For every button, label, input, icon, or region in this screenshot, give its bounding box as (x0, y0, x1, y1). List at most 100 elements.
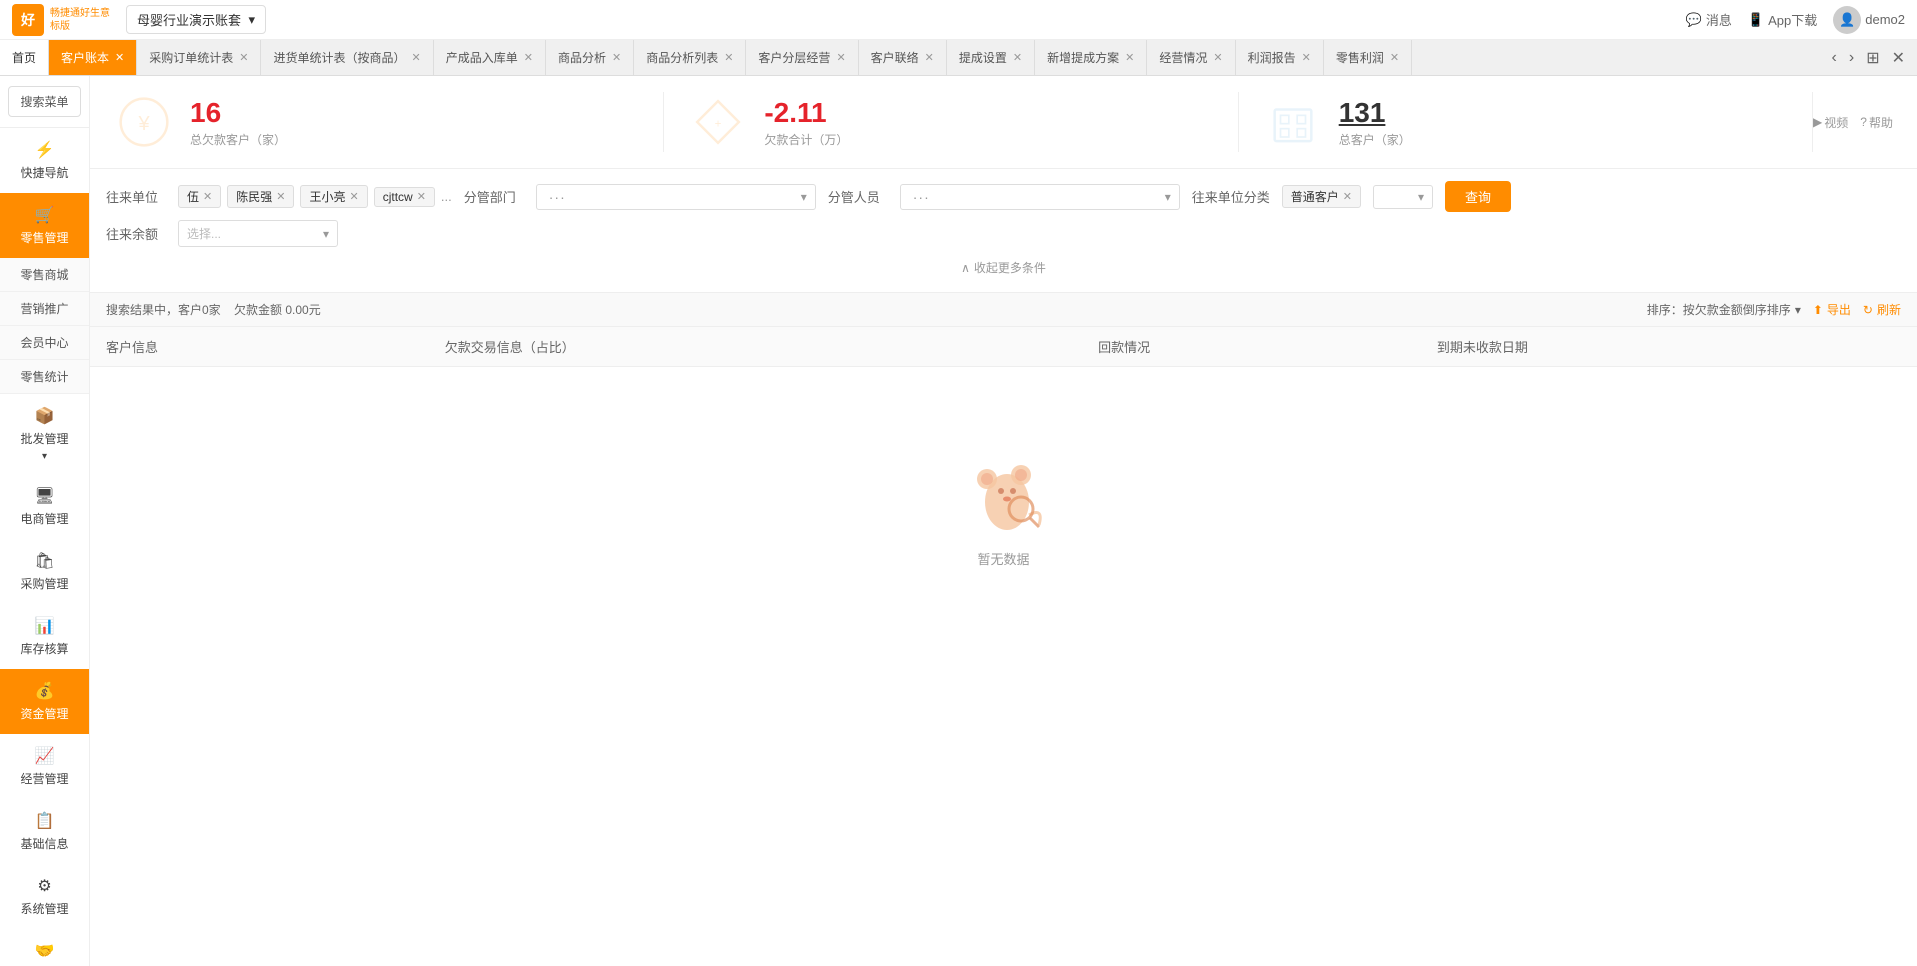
sidebar-item-inventory[interactable]: 📊 库存核算 (0, 604, 89, 669)
tab-product-analysis-list[interactable]: 商品分析列表 ✕ (634, 40, 746, 75)
tab-commission-settings[interactable]: 提成设置 ✕ (947, 40, 1035, 75)
tab-label: 客户联络 (871, 49, 919, 66)
retail-icon: 🛒 (35, 205, 55, 225)
tab-label: 经营情况 (1159, 49, 1207, 66)
tag-close-category[interactable]: ✕ (1343, 190, 1352, 203)
person-select[interactable]: ··· ▾ (900, 184, 1180, 210)
sidebar-item-quick-nav[interactable]: ⚡ 快捷导航 (0, 128, 89, 193)
sidebar-item-purchase[interactable]: 🛍 采购管理 (0, 539, 89, 604)
sort-label: 排序：按欠款金额倒序排序 (1647, 301, 1791, 318)
tab-customer-tier[interactable]: 客户分层经营 ✕ (746, 40, 858, 75)
main-layout: 搜索菜单 ⚡ 快捷导航 🛒 零售管理 零售商城 营销推广 会员中心 零售统计 📦… (0, 76, 1917, 966)
export-button[interactable]: ⬆ 导出 (1813, 301, 1851, 318)
refresh-button[interactable]: ↻ 刷新 (1863, 301, 1901, 318)
tab-home[interactable]: 首页 (0, 40, 49, 75)
tab-label: 商品分析列表 (646, 49, 718, 66)
tab-operations[interactable]: 经营情况 ✕ (1147, 40, 1235, 75)
filter-row-unit: 往来单位 伍 ✕ 陈民强 ✕ 王小亮 ✕ cjttcw (106, 181, 1901, 212)
person-arrow-icon: ▾ (1165, 190, 1171, 204)
tab-close-icon[interactable]: ✕ (412, 51, 421, 64)
tab-label: 产成品入库单 (446, 49, 518, 66)
tab-close-icon[interactable]: ✕ (836, 51, 845, 64)
empty-illustration (959, 447, 1049, 537)
sidebar-item-retail-management[interactable]: 🛒 零售管理 (0, 193, 89, 258)
tag-close-wang[interactable]: ✕ (349, 190, 358, 203)
sidebar-item-operations-mgmt[interactable]: 📈 经营管理 (0, 734, 89, 799)
sidebar-label: 批发管理 (20, 430, 68, 447)
sort-select[interactable]: 排序：按欠款金额倒序排序 ▾ (1647, 301, 1801, 318)
tab-close-all-button[interactable]: ✕ (1888, 46, 1909, 70)
tab-purchase-order[interactable]: 采购订单统计表 ✕ (137, 40, 261, 75)
tab-profit-report[interactable]: 利润报告 ✕ (1236, 40, 1324, 75)
tab-close-icon[interactable]: ✕ (1013, 51, 1022, 64)
table-area: 客户信息 欠款交易信息（占比） 回款情况 到期未收款日期 (90, 327, 1917, 966)
tab-product-analysis[interactable]: 商品分析 ✕ (546, 40, 634, 75)
stat-amount-info: -2.11 欠款合计（万） (764, 97, 848, 148)
tag-close-chen[interactable]: ✕ (276, 190, 285, 203)
sidebar-item-system[interactable]: ⚙ 系统管理 (0, 864, 89, 929)
sidebar-item-ecommerce[interactable]: 🖥 电商管理 (0, 474, 89, 539)
tab-prev-button[interactable]: ‹ (1828, 47, 1841, 69)
filter-more-tags[interactable]: ... (441, 189, 452, 204)
yuan-icon: ¥ (114, 92, 174, 152)
tab-expand-button[interactable]: ⊞ (1862, 46, 1883, 70)
tab-close-icon[interactable]: ✕ (1125, 51, 1134, 64)
tag-close-wu[interactable]: ✕ (203, 190, 212, 203)
result-text: 搜索结果中，客户0家 欠款金额 0.00元 (106, 301, 321, 318)
stat-overdue-amount: + -2.11 欠款合计（万） (664, 92, 1238, 152)
tab-close-icon[interactable]: ✕ (925, 51, 934, 64)
stat-amount-value: -2.11 (764, 97, 848, 129)
dept-dots[interactable]: ··· (549, 189, 566, 205)
video-help-button[interactable]: ▶ 视频 (1813, 114, 1848, 131)
dept-select[interactable]: ··· ▾ (536, 184, 816, 210)
refresh-icon: ↻ (1863, 303, 1873, 317)
sidebar-item-member-center[interactable]: 会员中心 (0, 326, 89, 360)
tag-close-cjttcw[interactable]: ✕ (417, 190, 426, 203)
sidebar-label: 电商管理 (20, 510, 68, 527)
tab-retail-profit[interactable]: 零售利润 ✕ (1324, 40, 1412, 75)
tab-next-button[interactable]: › (1845, 47, 1858, 69)
stat-total-label: 总客户（家） (1339, 131, 1411, 148)
store-selector[interactable]: 母婴行业演示账套 ▾ (126, 5, 266, 34)
sidebar-item-wholesale[interactable]: 📦 批发管理 ▾ (0, 394, 89, 474)
svg-text:¥: ¥ (137, 113, 150, 135)
tab-customer-contact[interactable]: 客户联络 ✕ (859, 40, 947, 75)
user-menu[interactable]: 👤 demo2 (1833, 6, 1905, 34)
category-select[interactable]: ▾ (1373, 185, 1433, 209)
arrow-icon: ▾ (42, 451, 47, 462)
category-filter-label: 往来单位分类 (1192, 187, 1270, 206)
filter-tag-wu: 伍 ✕ (178, 185, 221, 208)
sidebar-item-retail-mall[interactable]: 零售商城 (0, 258, 89, 292)
tab-customer-ledger[interactable]: 客户账本 ✕ (49, 40, 137, 75)
query-button[interactable]: 查询 (1445, 181, 1511, 212)
system-icon: ⚙ (37, 876, 51, 896)
person-dots[interactable]: ··· (913, 189, 930, 205)
app-download-button[interactable]: 📱 App下载 (1748, 10, 1817, 29)
message-button[interactable]: 💬 消息 (1686, 10, 1732, 29)
tab-close-icon[interactable]: ✕ (1390, 51, 1399, 64)
filter-tag-wang: 王小亮 ✕ (300, 185, 367, 208)
tab-close-icon[interactable]: ✕ (524, 51, 533, 64)
search-menu-button[interactable]: 搜索菜单 (8, 86, 81, 117)
help-button[interactable]: ? 帮助 (1860, 114, 1893, 131)
tab-product-inbound[interactable]: 产成品入库单 ✕ (434, 40, 546, 75)
sidebar-item-retail-stats[interactable]: 零售统计 (0, 360, 89, 394)
tab-close-icon[interactable]: ✕ (115, 51, 124, 64)
tab-close-icon[interactable]: ✕ (1213, 51, 1222, 64)
tab-add-commission[interactable]: 新增提成方案 ✕ (1035, 40, 1147, 75)
tab-close-icon[interactable]: ✕ (1302, 51, 1311, 64)
tab-close-icon[interactable]: ✕ (612, 51, 621, 64)
balance-select[interactable]: 选择... ▾ (178, 220, 338, 247)
tab-close-icon[interactable]: ✕ (724, 51, 733, 64)
sidebar-item-marketing[interactable]: 营销推广 (0, 292, 89, 326)
tab-close-icon[interactable]: ✕ (239, 51, 248, 64)
empty-state: 暂无数据 (90, 367, 1917, 648)
sidebar-item-enterprise[interactable]: 🤝 企业协同 (0, 929, 89, 966)
collapse-filter-button[interactable]: ∧ 收起更多条件 (106, 255, 1901, 280)
help-icon: ? (1860, 115, 1867, 129)
sidebar-label: 系统管理 (20, 900, 68, 917)
sidebar-item-basic-info[interactable]: 📋 基础信息 (0, 799, 89, 864)
sidebar-item-finance[interactable]: 💰 资金管理 (0, 669, 89, 734)
tab-stock-stats[interactable]: 进货单统计表（按商品） ✕ (261, 40, 433, 75)
dept-arrow-icon: ▾ (801, 190, 807, 204)
